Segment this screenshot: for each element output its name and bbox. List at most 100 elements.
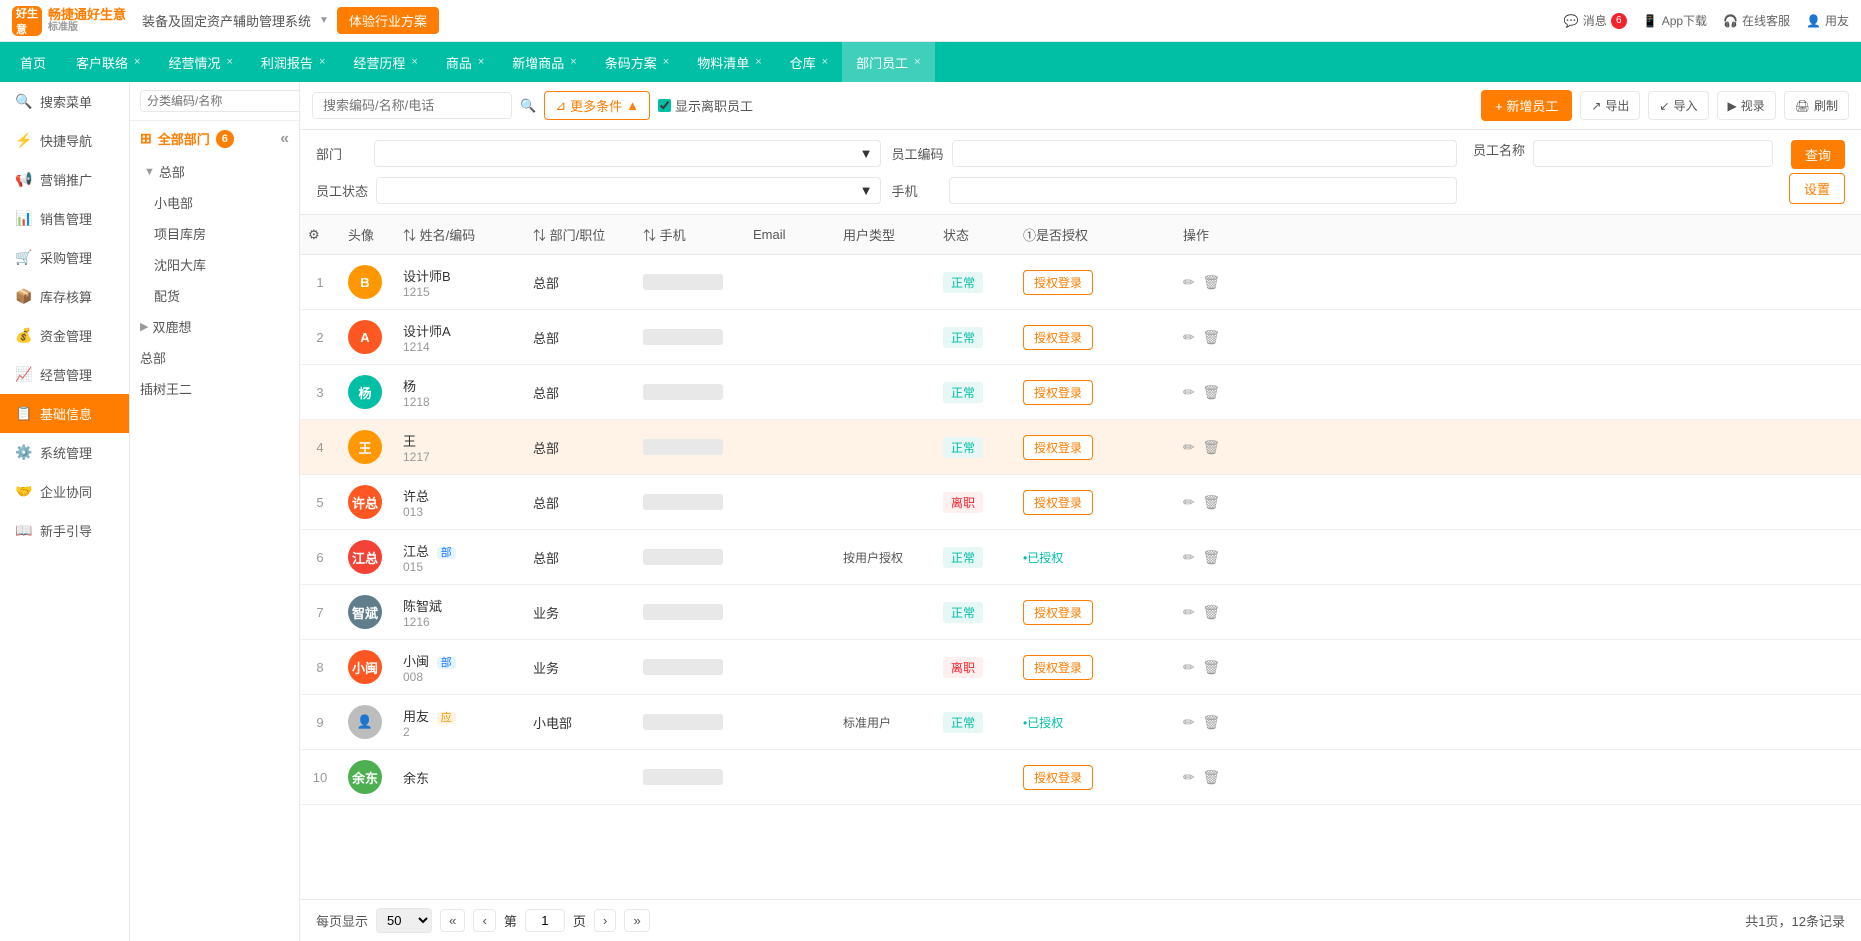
tab-employees[interactable]: 部门员工 × [842,42,934,82]
th-dept[interactable]: ⇅ 部门/职位 [525,215,635,255]
tab-history[interactable]: 经营历程 × [339,42,431,82]
filter-dept-select[interactable]: ▼ [374,140,881,167]
td-auth[interactable]: 授权登录 [1015,475,1175,530]
th-phone[interactable]: ⇅ 手机 [635,215,745,255]
td-auth[interactable]: •已授权 [1015,695,1175,750]
page-size-select[interactable]: 50 20 100 [376,908,432,933]
auth-btn[interactable]: 授权登录 [1023,600,1093,625]
delete-btn[interactable]: 🗑 [1202,549,1220,565]
delete-btn[interactable]: 🗑 [1202,384,1220,400]
query-btn[interactable]: 查询 [1791,140,1845,169]
td-auth[interactable]: 授权登录 [1015,365,1175,420]
online-support-action[interactable]: 🎧 在线客服 [1723,12,1790,29]
sidebar-item-sales[interactable]: 📊 销售管理 [0,199,129,238]
dept-child-project[interactable]: 项目库房 [130,218,299,249]
close-barcode-icon[interactable]: × [663,56,669,68]
tab-profit[interactable]: 利润报告 × [247,42,339,82]
all-dept-title[interactable]: ⊞ 全部部门 6 « [130,121,299,156]
edit-btn[interactable]: ✏ [1183,494,1195,510]
edit-btn[interactable]: ✏ [1183,329,1195,345]
app-download-action[interactable]: 📱 App下载 [1643,12,1707,29]
collapse-dept-icon[interactable]: « [280,130,289,148]
next-page-btn[interactable]: › [594,909,616,932]
auth-btn[interactable]: 授权登录 [1023,325,1093,350]
show-resigned-checkbox[interactable] [658,99,671,112]
user-action[interactable]: 👤 用友 [1806,12,1849,29]
filter-status-select[interactable]: ▼ [376,177,881,204]
sidebar-item-purchase[interactable]: 🛒 采购管理 [0,238,129,277]
auth-btn[interactable]: 授权登录 [1023,270,1093,295]
first-page-btn[interactable]: « [440,909,465,932]
show-resigned-label[interactable]: 显示离职员工 [658,96,753,115]
sidebar-item-system[interactable]: ⚙️ 系统管理 [0,433,129,472]
th-settings[interactable]: ⚙ [300,215,340,255]
edit-btn[interactable]: ✏ [1183,714,1195,730]
auth-btn[interactable]: 授权登录 [1023,380,1093,405]
sidebar-item-enterprise[interactable]: 🤝 企业协同 [0,472,129,511]
edit-btn[interactable]: ✏ [1183,659,1195,675]
set-btn[interactable]: 设置 [1789,173,1845,204]
sidebar-item-search[interactable]: 🔍 搜索菜单 [0,82,129,121]
sidebar-item-basic[interactable]: 📋 基础信息 [0,394,129,433]
search-btn-icon[interactable]: 🔍 [520,98,536,114]
close-ops-icon[interactable]: × [226,56,232,68]
td-auth[interactable]: 授权登录 [1015,640,1175,695]
close-warehouse-icon[interactable]: × [822,56,828,68]
td-auth[interactable]: 授权登录 [1015,310,1175,365]
sidebar-item-marketing[interactable]: 📢 营销推广 [0,160,129,199]
close-bom-icon[interactable]: × [755,56,761,68]
dept-child-xiaodian[interactable]: 小电部 [130,187,299,218]
print-btn[interactable]: 🖨 刷制 [1784,91,1849,120]
tab-bom[interactable]: 物料清单 × [683,42,775,82]
tab-goods[interactable]: 商品 × [432,42,498,82]
more-filter-btn[interactable]: ⊿ 更多条件 ▲ [544,91,650,120]
sidebar-item-finance[interactable]: 💰 资金管理 [0,316,129,355]
delete-btn[interactable]: 🗑 [1202,274,1220,290]
close-employees-icon[interactable]: × [914,56,920,68]
prev-page-btn[interactable]: ‹ [473,909,495,932]
close-customer-icon[interactable]: × [134,56,140,68]
td-auth[interactable]: 授权登录 [1015,420,1175,475]
close-new-goods-icon[interactable]: × [570,56,576,68]
td-auth[interactable]: •已授权 [1015,530,1175,585]
edit-btn[interactable]: ✏ [1183,769,1195,785]
last-page-btn[interactable]: » [624,909,649,932]
try-btn[interactable]: 体验行业方案 [337,7,439,34]
auth-btn[interactable]: 授权登录 [1023,435,1093,460]
delete-btn[interactable]: 🗑 [1202,714,1220,730]
auth-btn[interactable]: 授权登录 [1023,765,1093,790]
td-auth[interactable]: 授权登录 [1015,585,1175,640]
search-input[interactable] [312,92,512,119]
sidebar-item-guide[interactable]: 📖 新手引导 [0,511,129,550]
filter-phone-input[interactable] [949,177,1457,204]
msg-action[interactable]: 💬 消息 6 [1564,12,1627,29]
export-btn[interactable]: ↗ 导出 [1580,91,1640,120]
sys-title-arrow[interactable]: ▼ [319,15,329,26]
close-history-icon[interactable]: × [411,56,417,68]
view-btn[interactable]: ▶ 视录 [1717,91,1776,120]
th-name[interactable]: ⇅ 姓名/编码 [395,215,525,255]
delete-btn[interactable]: 🗑 [1202,604,1220,620]
delete-btn[interactable]: 🗑 [1202,769,1220,785]
tab-operations[interactable]: 经营情况 × [154,42,246,82]
tab-customer[interactable]: 客户联络 × [62,42,154,82]
tab-warehouse[interactable]: 仓库 × [776,42,842,82]
delete-btn[interactable]: 🗑 [1202,659,1220,675]
page-input[interactable] [525,909,565,932]
tab-home[interactable]: 首页 [4,42,62,82]
dept-parent-chashuwang[interactable]: 插树王二 [130,373,299,404]
add-employee-btn[interactable]: + 新增员工 [1481,90,1572,121]
edit-btn[interactable]: ✏ [1183,604,1195,620]
close-profit-icon[interactable]: × [319,56,325,68]
delete-btn[interactable]: 🗑 [1202,329,1220,345]
sidebar-item-quicknav[interactable]: ⚡ 快捷导航 [0,121,129,160]
sidebar-item-inventory[interactable]: 📦 库存核算 [0,277,129,316]
delete-btn[interactable]: 🗑 [1202,439,1220,455]
auth-btn[interactable]: 授权登录 [1023,655,1093,680]
close-goods-icon[interactable]: × [478,56,484,68]
auth-btn[interactable]: 授权登录 [1023,490,1093,515]
td-auth[interactable]: 授权登录 [1015,750,1175,805]
dept-search-input[interactable] [140,90,300,112]
edit-btn[interactable]: ✏ [1183,384,1195,400]
delete-btn[interactable]: 🗑 [1202,494,1220,510]
